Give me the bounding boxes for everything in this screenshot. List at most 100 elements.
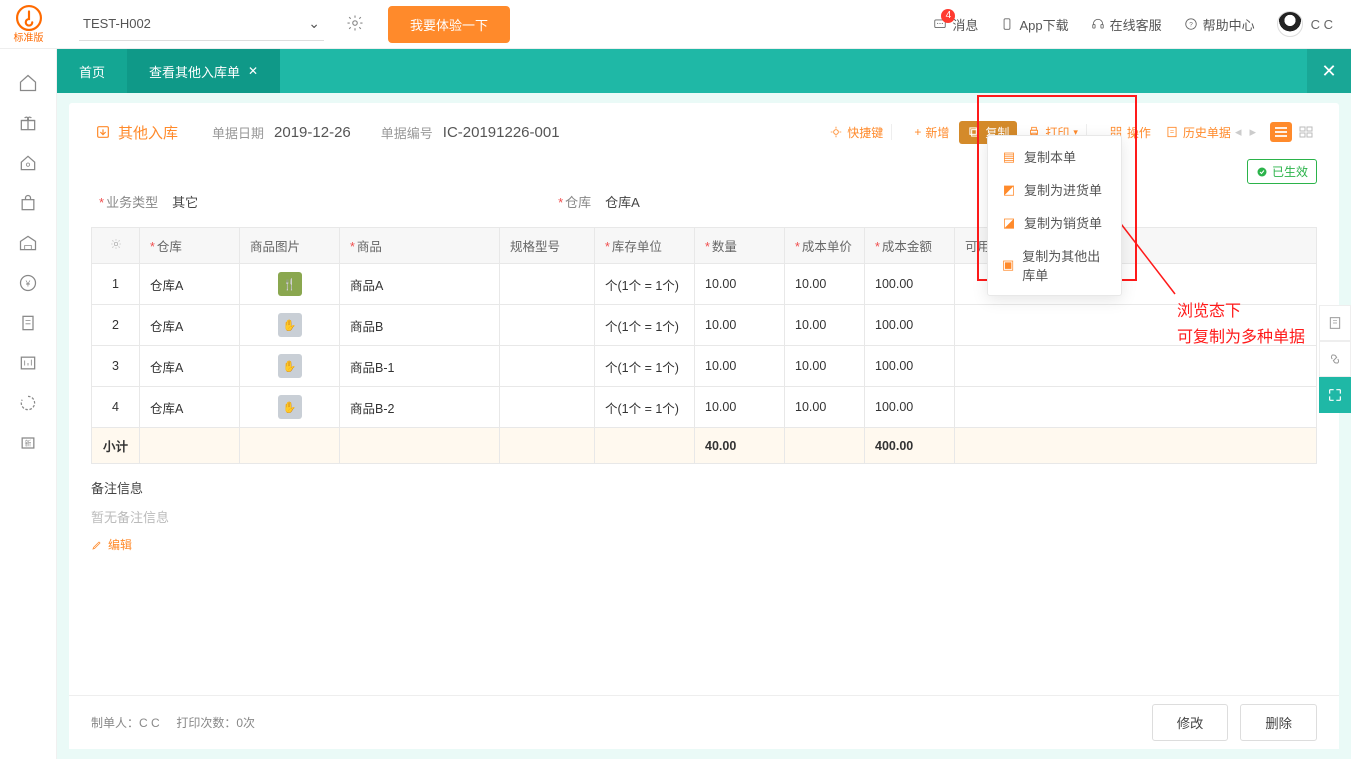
- sidebar-board[interactable]: [0, 343, 57, 383]
- money-icon: ¥: [18, 273, 38, 293]
- float-note-button[interactable]: [1319, 305, 1351, 341]
- subtotal-row: 小计40.00400.00: [92, 428, 1317, 464]
- new-icon: 新: [18, 433, 38, 453]
- right-float-buttons: [1319, 305, 1351, 413]
- product-thumb: 🍴: [278, 272, 302, 296]
- app-download-link[interactable]: App下载: [1000, 15, 1068, 34]
- grid-icon: [1299, 126, 1313, 138]
- tab-view-inbound[interactable]: 查看其他入库单 ✕: [127, 49, 280, 93]
- th-amount: *成本金额: [865, 228, 955, 264]
- logo[interactable]: 标准版: [0, 5, 57, 44]
- customer-service-link[interactable]: 在线客服: [1091, 15, 1162, 34]
- tab-home[interactable]: 首页: [57, 49, 127, 93]
- company-selector[interactable]: TEST-H002 ⌄: [79, 7, 324, 41]
- card-footer: 制单人：C C 打印次数：0次 修改 删除: [69, 695, 1339, 749]
- tabs-bar: 首页 查看其他入库单 ✕ ✕: [57, 49, 1351, 93]
- th-gear[interactable]: [92, 228, 140, 264]
- history-button[interactable]: 历史单据: [1165, 124, 1231, 141]
- status-badge: 已生效: [1247, 159, 1317, 184]
- date-value: 2019-12-26: [274, 124, 351, 141]
- gear-icon: [346, 14, 364, 32]
- copy-dropdown: ▤复制本单 ◩复制为进货单 ◪复制为销货单 ▣复制为其他出库单: [987, 135, 1122, 296]
- bag-icon: [18, 193, 38, 213]
- modify-button[interactable]: 修改: [1152, 704, 1229, 741]
- dd-copy-sales[interactable]: ◪复制为销货单: [988, 206, 1121, 239]
- link-icon: [1327, 351, 1343, 367]
- company-name: TEST-H002: [83, 16, 151, 31]
- dd-copy-outbound[interactable]: ▣复制为其他出库单: [988, 239, 1121, 291]
- gear-small-icon: [829, 125, 843, 139]
- warehouse-label: 仓库: [565, 195, 591, 210]
- th-image: 商品图片: [240, 228, 340, 264]
- plus-icon: +: [914, 125, 921, 139]
- close-icon[interactable]: ✕: [248, 64, 258, 78]
- delete-button[interactable]: 删除: [1240, 704, 1317, 741]
- sidebar-clipboard[interactable]: [0, 303, 57, 343]
- notes-empty: 暂无备注信息: [91, 507, 1317, 526]
- try-button[interactable]: 我要体验一下: [388, 6, 510, 43]
- avatar[interactable]: [1277, 11, 1303, 37]
- help-link[interactable]: ? 帮助中心: [1184, 15, 1255, 34]
- messages-badge: 4: [941, 9, 955, 23]
- table-row[interactable]: 1仓库A🍴商品A个(1个 = 1个)10.0010.00100.00: [92, 264, 1317, 305]
- doc-value: IC-20191226-001: [443, 124, 560, 141]
- sidebar-home[interactable]: [0, 63, 57, 103]
- sidebar-stock[interactable]: [0, 143, 57, 183]
- dd-copy-purchase[interactable]: ◩复制为进货单: [988, 173, 1121, 206]
- float-expand-button[interactable]: [1319, 377, 1351, 413]
- edit-notes-button[interactable]: 编辑: [91, 536, 1317, 553]
- messages-link[interactable]: 4 消息: [933, 15, 978, 34]
- check-circle-icon: [1256, 166, 1268, 178]
- th-product: *商品: [340, 228, 500, 264]
- th-warehouse: *仓库: [140, 228, 240, 264]
- dd-copy-this[interactable]: ▤复制本单: [988, 140, 1121, 173]
- biz-type-value: 其它: [172, 192, 198, 211]
- clipboard-icon: [18, 313, 38, 333]
- doc-label: 单据编号: [381, 123, 433, 142]
- svg-text:新: 新: [25, 439, 32, 448]
- sidebar-gift[interactable]: [0, 103, 57, 143]
- username: C C: [1311, 17, 1333, 32]
- biz-type-label: 业务类型: [106, 195, 158, 210]
- help-icon: ?: [1184, 17, 1198, 31]
- note-icon: [1327, 315, 1343, 331]
- next-arrow[interactable]: ▸: [1245, 124, 1260, 140]
- card-view-button[interactable]: [1295, 122, 1317, 142]
- card-header: 其他入库 单据日期 2019-12-26 单据编号 IC-20191226-00…: [69, 103, 1339, 151]
- th-unit: *库存单位: [595, 228, 695, 264]
- sidebar-new[interactable]: 新: [0, 423, 57, 463]
- svg-text:¥: ¥: [25, 278, 31, 288]
- warehouse-value: 仓库A: [605, 192, 640, 211]
- edit-icon: [91, 539, 103, 551]
- table-row[interactable]: 4仓库A✋商品B-2个(1个 = 1个)10.0010.00100.00: [92, 387, 1317, 428]
- notes-title: 备注信息: [91, 478, 1317, 497]
- top-header: 标准版 TEST-H002 ⌄ 我要体验一下 4 消息 App下载 在线客服 ?…: [0, 0, 1351, 49]
- list-icon: [1274, 126, 1288, 138]
- logo-icon: [16, 5, 42, 31]
- new-button[interactable]: + 新增: [914, 124, 949, 141]
- purchase-icon: ◩: [1002, 183, 1016, 197]
- document-card: 其他入库 单据日期 2019-12-26 单据编号 IC-20191226-00…: [69, 103, 1339, 749]
- prev-arrow[interactable]: ◂: [1231, 124, 1246, 140]
- form-row: *业务类型 其它 *仓库 仓库A: [69, 184, 1339, 227]
- settings-button[interactable]: [346, 14, 364, 35]
- logo-label: 标准版: [14, 29, 44, 44]
- inbound-icon: [95, 124, 111, 140]
- table-row[interactable]: 2仓库A✋商品B个(1个 = 1个)10.0010.00100.00: [92, 305, 1317, 346]
- cycle-icon: [18, 393, 38, 413]
- sidebar-warehouse[interactable]: [0, 223, 57, 263]
- sidebar-cycle[interactable]: [0, 383, 57, 423]
- sidebar-bag[interactable]: [0, 183, 57, 223]
- card-title-tab[interactable]: 其他入库: [91, 112, 182, 153]
- shortcut-button[interactable]: 快捷键: [829, 124, 883, 141]
- sidebar: ¥ 新: [0, 49, 57, 759]
- list-view-button[interactable]: [1270, 122, 1292, 142]
- sales-icon: ◪: [1002, 216, 1016, 230]
- th-spec: 规格型号: [500, 228, 595, 264]
- table-row[interactable]: 3仓库A✋商品B-1个(1个 = 1个)10.0010.00100.00: [92, 346, 1317, 387]
- float-link-button[interactable]: [1319, 341, 1351, 377]
- th-price: *成本单价: [785, 228, 865, 264]
- chevron-down-icon: ⌄: [308, 15, 320, 32]
- sidebar-money[interactable]: ¥: [0, 263, 57, 303]
- close-all-tabs[interactable]: ✕: [1307, 49, 1351, 93]
